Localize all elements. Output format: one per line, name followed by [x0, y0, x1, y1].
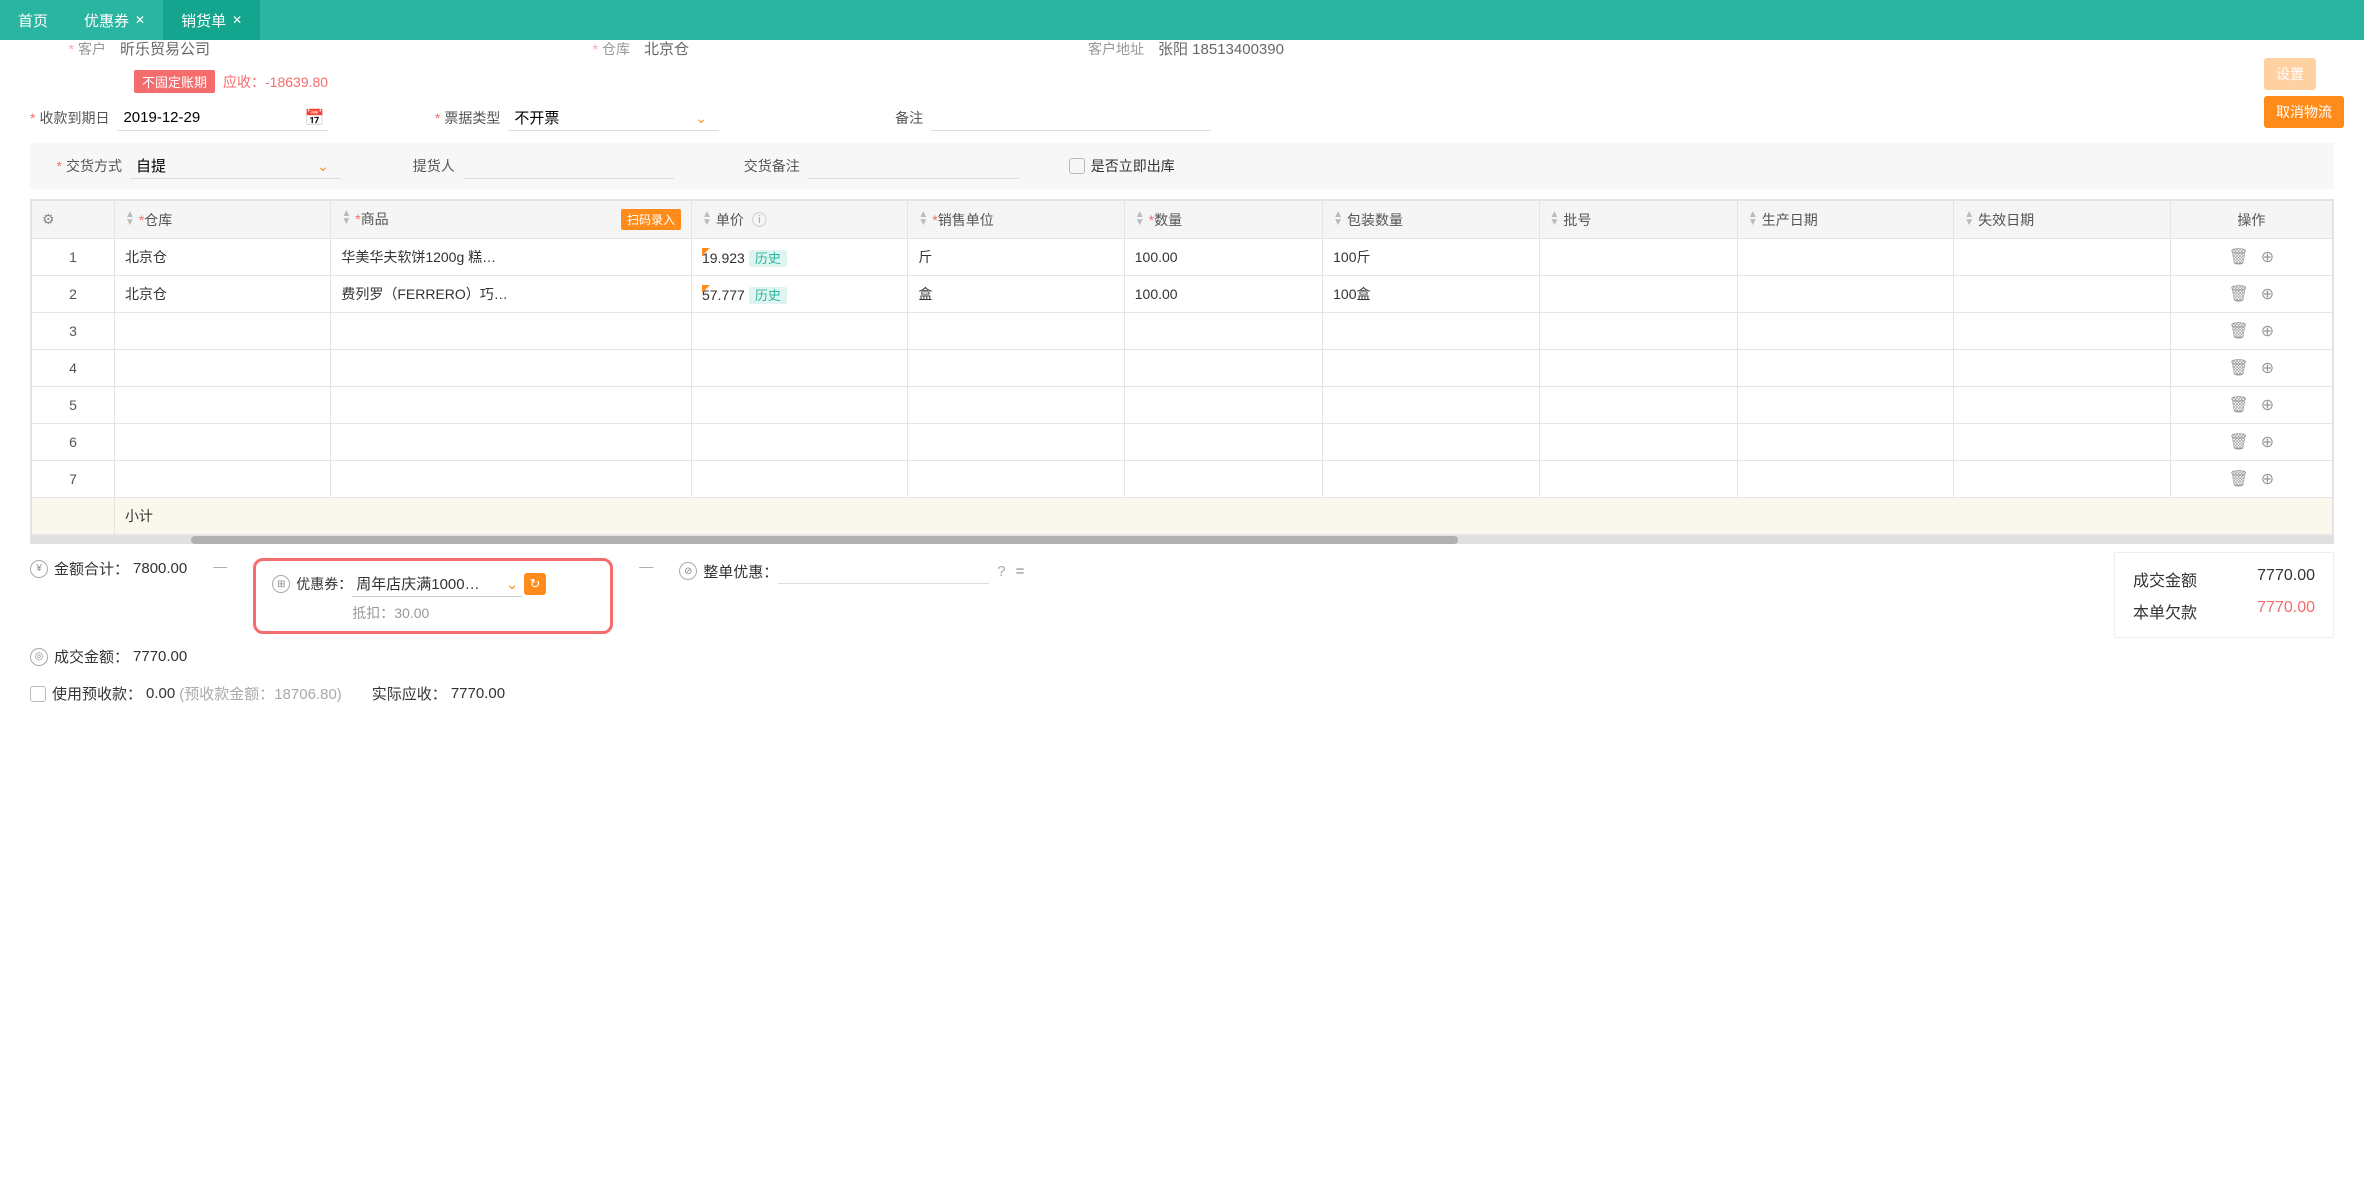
equals-icon: = [1016, 563, 1025, 580]
add-row-icon[interactable]: ⊕ [2261, 286, 2274, 303]
form-area: 客户 仓库 客户地址 设置 取消物流 不固定账期 应收：-18639.80 收款… [0, 40, 2364, 131]
refresh-coupon-button[interactable]: ↻ [524, 573, 546, 595]
warehouse-input[interactable] [638, 40, 918, 58]
discount-icon: ⊘ [679, 562, 697, 580]
settings-button[interactable]: 设置 [2264, 58, 2316, 90]
address-input[interactable] [1152, 40, 1432, 58]
add-row-icon[interactable]: ⊕ [2261, 471, 2274, 488]
col-batch[interactable]: ▲▼批号 [1539, 201, 1737, 239]
add-row-icon[interactable]: ⊕ [2261, 323, 2274, 340]
summary-bar: ¥ 金额合计： 7800.00 — ⊞ 优惠券： 周年店庆满1000… ⌄ ↻ … [0, 544, 2364, 640]
horizontal-scrollbar[interactable] [30, 536, 2334, 544]
table-row[interactable]: 5 🗑 ⊕ [32, 387, 2333, 424]
col-op: 操作 [2170, 201, 2332, 239]
delete-icon[interactable]: 🗑 [2229, 434, 2249, 451]
tab-bar: 首页 优惠券✕ 销货单✕ [0, 0, 2364, 40]
table-row[interactable]: 3 🗑 ⊕ [32, 313, 2333, 350]
help-icon[interactable]: ? [997, 563, 1005, 580]
totals-panel: 成交金额7770.00 本单欠款7770.00 [2114, 552, 2334, 638]
history-tag[interactable]: 历史 [749, 287, 787, 304]
remark-input[interactable] [931, 105, 1211, 131]
add-row-icon[interactable]: ⊕ [2261, 397, 2274, 414]
table-row[interactable]: 6 🗑 ⊕ [32, 424, 2333, 461]
delete-icon[interactable]: 🗑 [2229, 323, 2249, 340]
delivery-method-select[interactable] [130, 153, 341, 179]
payment-date-label: 收款到期日 [30, 108, 109, 128]
add-row-icon[interactable]: ⊕ [2261, 434, 2274, 451]
delete-icon[interactable]: 🗑 [2229, 360, 2249, 377]
close-icon[interactable]: ✕ [135, 13, 145, 27]
table-row[interactable]: 4 🗑 ⊕ [32, 350, 2333, 387]
coupon-icon: ⊞ [272, 575, 290, 593]
coupon-select[interactable]: 周年店庆满1000… [352, 571, 522, 597]
scan-input-button[interactable]: 扫码录入 [621, 209, 681, 230]
chevron-down-icon[interactable]: ⌄ [506, 576, 518, 593]
delete-icon[interactable]: 🗑 [2229, 397, 2249, 414]
chevron-down-icon[interactable]: ⌄ [695, 110, 707, 127]
use-prepay-checkbox[interactable] [30, 686, 46, 702]
cancel-logistics-button[interactable]: 取消物流 [2264, 96, 2344, 128]
tab-sales-order[interactable]: 销货单✕ [163, 0, 260, 40]
customer-input[interactable] [114, 40, 394, 58]
col-expdate[interactable]: ▲▼失效日期 [1954, 201, 2170, 239]
table-row[interactable]: 7 🗑 ⊕ [32, 461, 2333, 498]
delivery-bar: 交货方式 ⌄ 提货人 交货备注 是否立即出库 [30, 143, 2334, 189]
table-row[interactable]: 1 北京仓 华美华夫软饼1200g 糕… 19.923历史 斤 100.00 1… [32, 239, 2333, 276]
col-settings[interactable]: ⚙ [32, 201, 115, 239]
help-icon[interactable]: ⓘ [752, 212, 767, 229]
remark-label: 备注 [847, 108, 923, 128]
bill-type-select[interactable] [508, 105, 719, 131]
tab-home[interactable]: 首页 [0, 0, 66, 40]
delivery-method-label: 交货方式 [46, 156, 122, 176]
col-price[interactable]: ▲▼单价ⓘ [691, 201, 907, 239]
chevron-down-icon[interactable]: ⌄ [317, 158, 329, 175]
delete-icon[interactable]: 🗑 [2229, 471, 2249, 488]
subtotal-row: 小计 [114, 498, 2332, 535]
col-qty[interactable]: ▲▼*数量 [1124, 201, 1322, 239]
address-label: 客户地址 [1068, 40, 1144, 58]
out-now-label: 是否立即出库 [1091, 156, 1175, 176]
delete-icon[interactable]: 🗑 [2229, 286, 2249, 303]
coupon-highlight-box: ⊞ 优惠券： 周年店庆满1000… ⌄ ↻ 抵扣：30.00 [253, 558, 613, 634]
delivery-note-input[interactable] [808, 153, 1019, 179]
history-tag[interactable]: 历史 [749, 250, 787, 267]
add-row-icon[interactable]: ⊕ [2261, 360, 2274, 377]
warehouse-label: 仓库 [554, 40, 630, 58]
items-table: ⚙ ▲▼*仓库 ▲▼*商品扫码录入 ▲▼单价ⓘ ▲▼*销售单位 ▲▼*数量 ▲▼… [30, 199, 2334, 536]
billing-period-badge: 不固定账期 [134, 70, 215, 93]
col-warehouse[interactable]: ▲▼*仓库 [114, 201, 330, 239]
col-proddate[interactable]: ▲▼生产日期 [1737, 201, 1953, 239]
currency-icon: ¥ [30, 560, 48, 578]
picker-label: 提货人 [379, 156, 455, 176]
close-icon[interactable]: ✕ [232, 13, 242, 27]
tab-coupon[interactable]: 优惠券✕ [66, 0, 163, 40]
picker-input[interactable] [463, 153, 674, 179]
gear-icon[interactable]: ⚙ [42, 211, 55, 227]
table-row[interactable]: 2 北京仓 费列罗（FERRERO）巧… 57.777历史 盒 100.00 1… [32, 276, 2333, 313]
deal-icon: ◎ [30, 648, 48, 666]
payment-date-input[interactable] [117, 105, 328, 131]
delivery-note-label: 交货备注 [724, 156, 800, 176]
col-packqty[interactable]: ▲▼包装数量 [1323, 201, 1539, 239]
customer-label: 客户 [30, 40, 106, 58]
bill-type-label: 票据类型 [424, 108, 500, 128]
col-product[interactable]: ▲▼*商品扫码录入 [331, 201, 692, 239]
delete-icon[interactable]: 🗑 [2229, 249, 2249, 266]
calendar-icon[interactable]: 📅 [304, 108, 324, 128]
order-discount-input[interactable] [778, 558, 989, 584]
add-row-icon[interactable]: ⊕ [2261, 249, 2274, 266]
out-now-checkbox[interactable] [1069, 158, 1085, 174]
col-unit[interactable]: ▲▼*销售单位 [908, 201, 1124, 239]
